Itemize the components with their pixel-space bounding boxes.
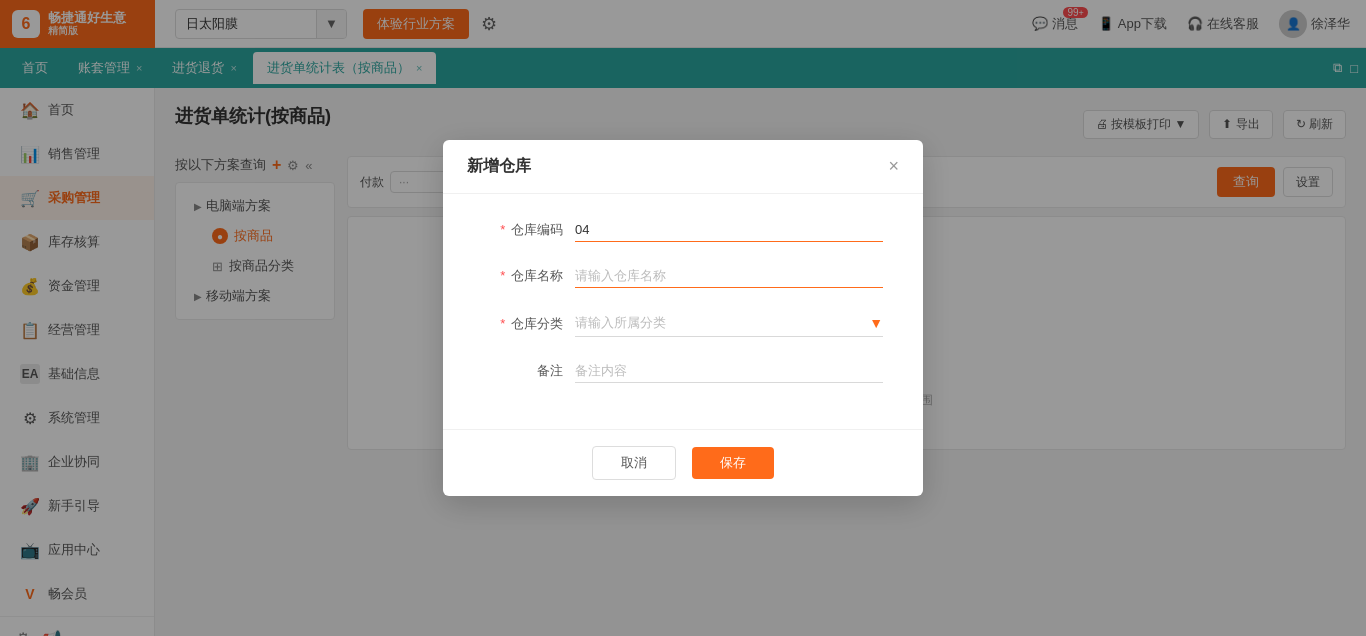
new-warehouse-modal: 新增仓库 × * 仓库编码 * 仓库名称 — [443, 140, 923, 496]
required-star-category: * — [500, 316, 505, 331]
modal-header: 新增仓库 × — [443, 140, 923, 194]
name-input[interactable] — [575, 264, 883, 288]
name-label: * 仓库名称 — [483, 267, 563, 285]
category-dropdown-icon: ▼ — [869, 315, 883, 331]
category-label: * 仓库分类 — [483, 315, 563, 333]
modal-overlay: 新增仓库 × * 仓库编码 * 仓库名称 — [0, 0, 1366, 636]
notes-input[interactable] — [575, 359, 883, 383]
code-input[interactable] — [575, 218, 883, 242]
required-star-code: * — [500, 222, 505, 237]
notes-label: 备注 — [483, 362, 563, 380]
form-row-category: * 仓库分类 请输入所属分类 ▼ — [483, 310, 883, 337]
cancel-button[interactable]: 取消 — [592, 446, 676, 480]
modal-close-icon[interactable]: × — [888, 156, 899, 177]
code-label: * 仓库编码 — [483, 221, 563, 239]
required-star-name: * — [500, 268, 505, 283]
form-row-notes: 备注 — [483, 359, 883, 383]
category-placeholder: 请输入所属分类 — [575, 314, 666, 332]
form-row-code: * 仓库编码 — [483, 218, 883, 242]
modal-footer: 取消 保存 — [443, 429, 923, 496]
modal-title: 新增仓库 — [467, 156, 531, 177]
save-button[interactable]: 保存 — [692, 447, 774, 479]
modal-body: * 仓库编码 * 仓库名称 * 仓库分类 请输入 — [443, 194, 923, 429]
category-select[interactable]: 请输入所属分类 ▼ — [575, 310, 883, 337]
form-row-name: * 仓库名称 — [483, 264, 883, 288]
